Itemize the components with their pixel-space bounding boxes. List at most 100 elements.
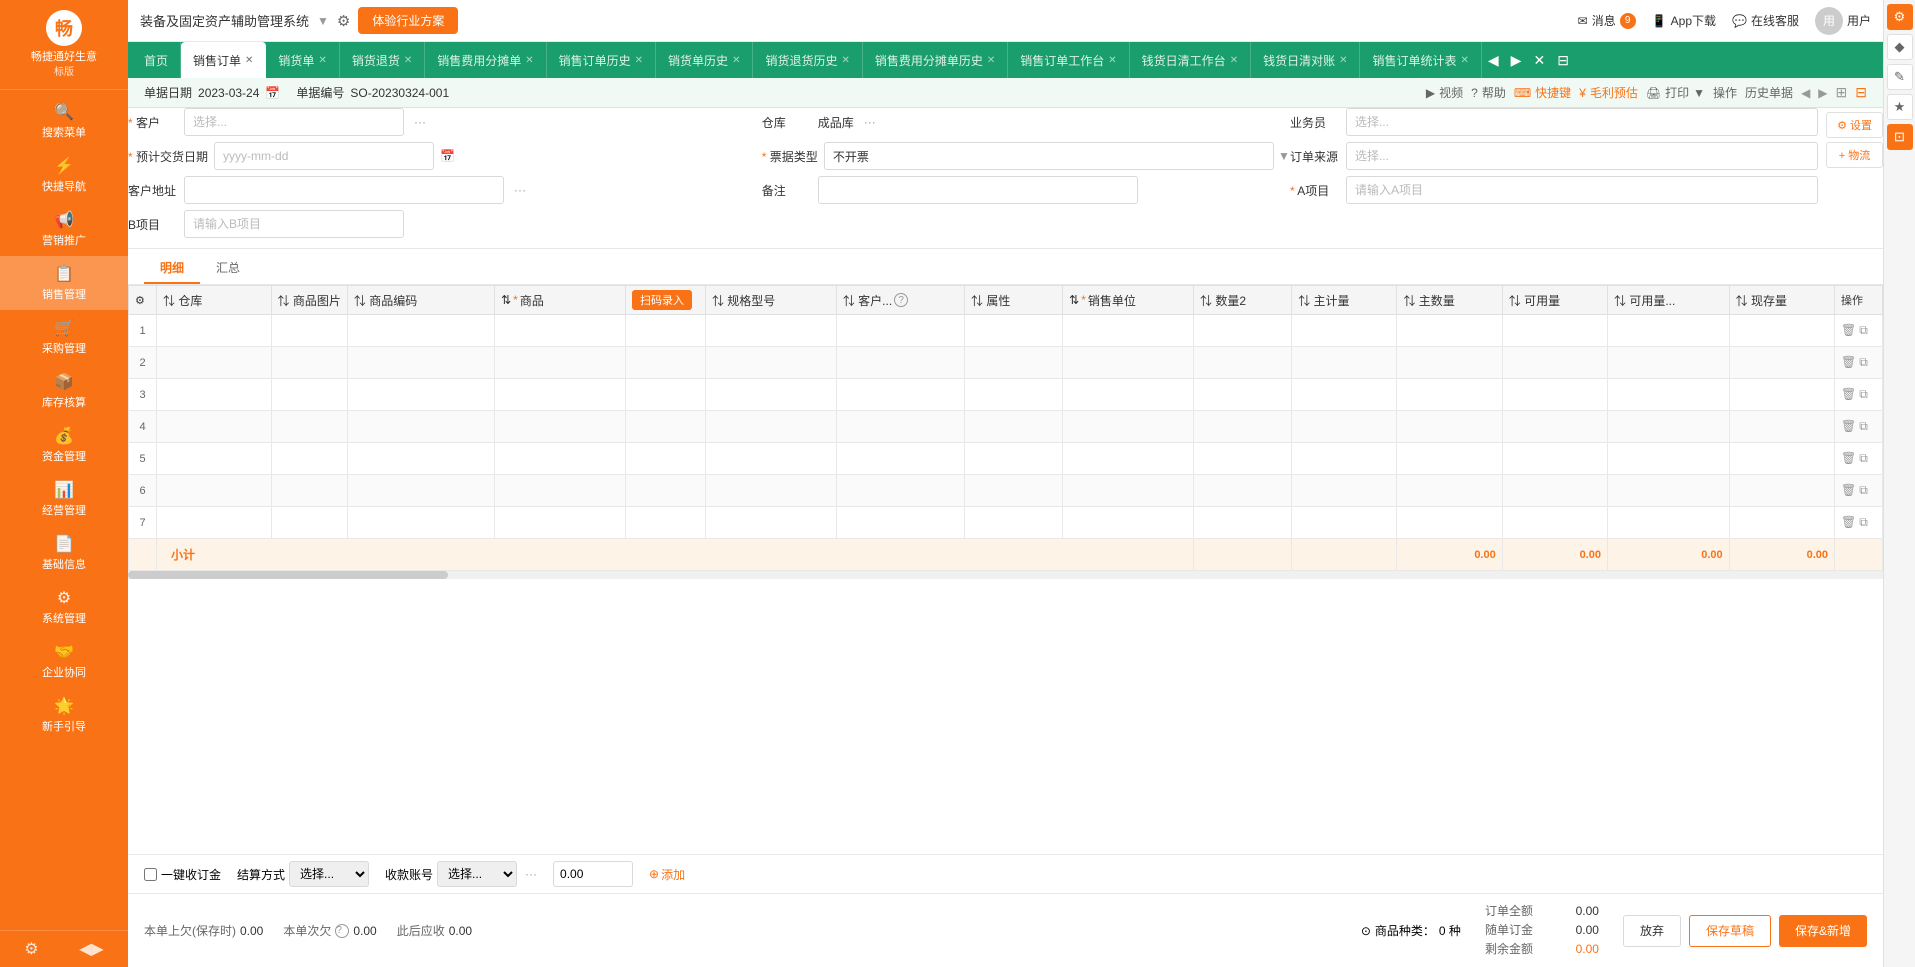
warehouse-ellipsis[interactable]: ··· xyxy=(864,115,876,129)
row-4-warehouse[interactable] xyxy=(157,411,272,443)
row-2-warehouse[interactable] xyxy=(157,347,272,379)
tab-sales-return[interactable]: 销货退货 ✕ xyxy=(340,42,425,78)
tab-close-icon2[interactable]: ✕ xyxy=(318,55,326,66)
row-3-munit[interactable] xyxy=(1292,379,1397,411)
row-6-attr[interactable] xyxy=(965,475,1063,507)
row-4-spec[interactable] xyxy=(705,411,836,443)
toolbar-prev-icon[interactable]: ◀ xyxy=(1801,86,1810,100)
row-5-munit[interactable] xyxy=(1292,443,1397,475)
one-click-check[interactable] xyxy=(144,868,157,881)
staff-input[interactable] xyxy=(1346,108,1818,136)
tab-split-history[interactable]: 销售费用分摊单历史 ✕ xyxy=(863,42,1008,78)
row-2-cref[interactable] xyxy=(836,347,964,379)
th-goods[interactable]: ⇅ *商品 xyxy=(495,286,626,315)
calendar-icon[interactable]: 📅 xyxy=(265,86,280,100)
video-btn[interactable]: ▶ 视频 xyxy=(1426,84,1463,101)
row-4-avail[interactable] xyxy=(1502,411,1607,443)
row-7-warehouse[interactable] xyxy=(157,507,272,539)
delete-icon-4[interactable]: 🗑 xyxy=(1841,419,1856,433)
row-2-goods[interactable] xyxy=(495,347,626,379)
delete-icon-7[interactable]: 🗑 xyxy=(1841,515,1856,529)
row-3-stock[interactable] xyxy=(1729,379,1834,411)
th-main-unit[interactable]: ⇅ 主计量 xyxy=(1292,286,1397,315)
invoice-dropdown-icon[interactable]: ▼ xyxy=(1278,149,1290,163)
copy-icon-7[interactable]: ⧉ xyxy=(1859,515,1868,529)
row-4-unit[interactable] xyxy=(1063,411,1194,443)
row-4-munit[interactable] xyxy=(1292,411,1397,443)
print-btn[interactable]: 🖨 打印 ▼ xyxy=(1646,84,1705,101)
tab-sales-split[interactable]: 销售费用分摊单 ✕ xyxy=(425,42,546,78)
shortcut-btn[interactable]: ⌨ 快捷键 xyxy=(1514,84,1571,101)
row-5-warehouse[interactable] xyxy=(157,443,272,475)
row-3-avail[interactable] xyxy=(1502,379,1607,411)
row-6-qty2[interactable] xyxy=(1194,475,1292,507)
tab-close-icon7[interactable]: ✕ xyxy=(841,55,849,66)
sidebar-item-search[interactable]: 🔍 搜索菜单 xyxy=(0,94,128,148)
settings-gear-icon[interactable]: ⚙ xyxy=(337,12,350,30)
row-7-qty2[interactable] xyxy=(1194,507,1292,539)
th-main-qty[interactable]: ⇅ 主数量 xyxy=(1397,286,1502,315)
row-5-code[interactable] xyxy=(347,443,494,475)
row-6-avail[interactable] xyxy=(1502,475,1607,507)
row-7-spec[interactable] xyxy=(705,507,836,539)
row-2-qty2[interactable] xyxy=(1194,347,1292,379)
row-4-attr[interactable] xyxy=(965,411,1063,443)
row-6-munit[interactable] xyxy=(1292,475,1397,507)
sidebar-item-quick-nav[interactable]: ⚡ 快捷导航 xyxy=(0,148,128,202)
right-icon-edit[interactable]: ✎ xyxy=(1887,64,1913,90)
subtab-detail[interactable]: 明细 xyxy=(144,253,200,284)
copy-icon-6[interactable]: ⧉ xyxy=(1859,483,1868,497)
sidebar-item-system[interactable]: ⚙ 系统管理 xyxy=(0,580,128,634)
row-6-unit[interactable] xyxy=(1063,475,1194,507)
invoice-input[interactable] xyxy=(824,142,1274,170)
online-service-btn[interactable]: 💬 在线客服 xyxy=(1732,12,1799,29)
subtab-summary[interactable]: 汇总 xyxy=(200,253,256,284)
row-3-mqty[interactable] xyxy=(1397,379,1502,411)
sidebar-item-purchase[interactable]: 🛒 采购管理 xyxy=(0,310,128,364)
row-7-img[interactable] xyxy=(271,507,347,539)
scan-btn[interactable]: 扫码录入 xyxy=(632,290,692,310)
row-3-avail2[interactable] xyxy=(1608,379,1730,411)
th-customer-ref[interactable]: ⇅ 客户... ? xyxy=(836,286,964,315)
tab-cash-daily[interactable]: 钱货日清工作台 ✕ xyxy=(1130,42,1251,78)
delivery-date-input[interactable] xyxy=(214,142,434,170)
copy-icon-3[interactable]: ⧉ xyxy=(1859,387,1868,401)
th-stock[interactable]: ⇅ 现存量 xyxy=(1729,286,1834,315)
b-project-input[interactable] xyxy=(184,210,404,238)
ops-btn[interactable]: 操作 xyxy=(1713,84,1737,101)
tab-close-icon10[interactable]: ✕ xyxy=(1230,55,1238,66)
row-3-cref[interactable] xyxy=(836,379,964,411)
copy-icon-4[interactable]: ⧉ xyxy=(1859,419,1868,433)
th-settings[interactable]: ⚙ xyxy=(129,286,157,315)
tab-prev-btn[interactable]: ◀ xyxy=(1482,52,1505,69)
row-6-stock[interactable] xyxy=(1729,475,1834,507)
row-3-unit[interactable] xyxy=(1063,379,1194,411)
save-draft-btn[interactable]: 保存草稿 xyxy=(1689,915,1771,947)
account-ellipsis[interactable]: ··· xyxy=(525,867,537,881)
tab-cash-reconcile[interactable]: 钱货日清对账 ✕ xyxy=(1251,42,1360,78)
debt-info-icon[interactable]: ? xyxy=(335,924,349,938)
tab-close-icon[interactable]: ✕ xyxy=(245,55,253,66)
sidebar-item-inventory[interactable]: 📦 库存核算 xyxy=(0,364,128,418)
copy-icon-5[interactable]: ⧉ xyxy=(1859,451,1868,465)
row-2-mqty[interactable] xyxy=(1397,347,1502,379)
row-3-code[interactable] xyxy=(347,379,494,411)
th-attr[interactable]: ⇅ 属性 xyxy=(965,286,1063,315)
row-7-goods[interactable] xyxy=(495,507,626,539)
row-1-main-qty[interactable] xyxy=(1397,315,1502,347)
tab-close-icon8[interactable]: ✕ xyxy=(987,55,995,66)
right-icon-settings[interactable]: ⚙ xyxy=(1887,4,1913,30)
delete-icon-3[interactable]: 🗑 xyxy=(1841,387,1856,401)
tab-close-all-btn[interactable]: ✕ xyxy=(1527,52,1551,69)
row-1-attr[interactable] xyxy=(965,315,1063,347)
row-1-main-unit[interactable] xyxy=(1292,315,1397,347)
right-icon-star[interactable]: ★ xyxy=(1887,94,1913,120)
tab-menu-btn[interactable]: ⊟ xyxy=(1551,52,1575,69)
tab-order-workbench[interactable]: 销售订单工作台 ✕ xyxy=(1008,42,1129,78)
th-spec[interactable]: ⇅ 规格型号 xyxy=(705,286,836,315)
sidebar-item-basic-info[interactable]: 📄 基础信息 xyxy=(0,526,128,580)
row-2-stock[interactable] xyxy=(1729,347,1834,379)
row-3-spec[interactable] xyxy=(705,379,836,411)
row-6-goods[interactable] xyxy=(495,475,626,507)
row-1-avail2[interactable] xyxy=(1608,315,1730,347)
